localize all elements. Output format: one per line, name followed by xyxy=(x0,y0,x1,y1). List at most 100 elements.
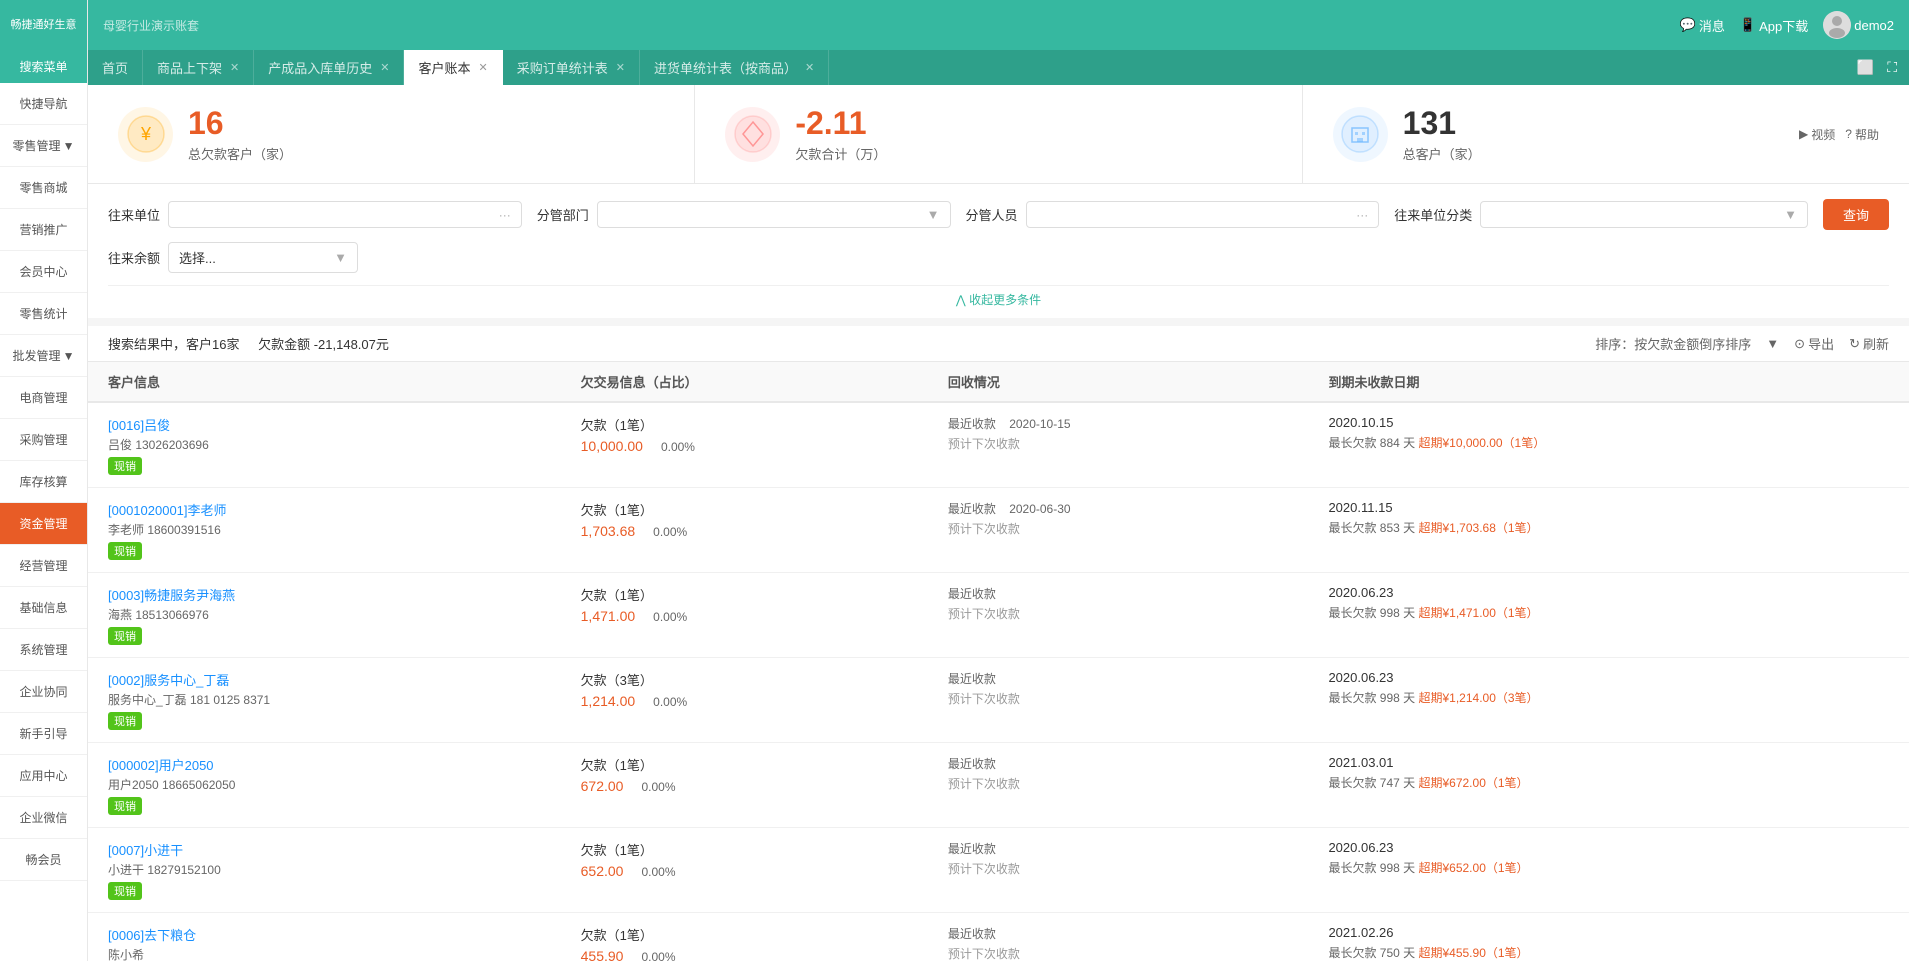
help-btn[interactable]: ? 帮助 xyxy=(1845,126,1879,143)
sidebar-item-retail-mgmt[interactable]: 零售管理 ▼ xyxy=(0,125,87,167)
debt-amount[interactable]: 652.00 xyxy=(581,863,624,879)
sidebar-item-batch-mgmt[interactable]: 批发管理 ▼ xyxy=(0,335,87,377)
export-label: 导出 xyxy=(1808,334,1834,353)
collapse-filters-btn[interactable]: ⋀ 收起更多条件 xyxy=(108,285,1889,313)
overdue-amount-link[interactable]: 超期¥652.00（1笔） xyxy=(1418,861,1528,875)
person-dots: ··· xyxy=(1356,208,1368,222)
balance-dropdown[interactable]: 选择... ▼ xyxy=(168,242,358,273)
sidebar-item-marketing[interactable]: 营销推广 xyxy=(0,209,87,251)
sidebar-item-basic-info[interactable]: 基础信息 xyxy=(0,587,87,629)
customer-name-link[interactable]: [0001020001]李老师 xyxy=(108,500,541,519)
table-body: [0016]吕俊 吕俊 13026203696 现销 欠款（1笔） 10,000… xyxy=(88,402,1909,961)
customer-contact: 服务中心_丁磊 181 0125 8371 xyxy=(108,691,541,708)
overdue-info: 最长欠款 747 天 超期¥672.00（1笔） xyxy=(1328,774,1889,791)
sidebar-item-sys-mgmt[interactable]: 系统管理 xyxy=(0,629,87,671)
refresh-btn[interactable]: ↻ 刷新 xyxy=(1849,334,1889,353)
sidebar-item-vip-member[interactable]: 畅会员 xyxy=(0,839,87,881)
overdue-days-text: 最长欠款 747 天 xyxy=(1328,776,1418,790)
sidebar-item-app-center[interactable]: 应用中心 xyxy=(0,755,87,797)
sidebar-item-member-center[interactable]: 会员中心 xyxy=(0,251,87,293)
user-menu[interactable]: demo2 xyxy=(1823,11,1894,39)
tab-customer-account[interactable]: 客户账本 ✕ xyxy=(404,50,502,85)
col-header-customer: 客户信息 xyxy=(88,362,561,402)
sidebar-item-ops-mgmt[interactable]: 经营管理 xyxy=(0,545,87,587)
debt-amount[interactable]: 1,703.68 xyxy=(581,523,636,539)
col-header-recovery: 回收情况 xyxy=(928,362,1309,402)
person-input-wrapper[interactable]: ··· xyxy=(1026,201,1380,228)
tab-purchase-stats-by-product-close[interactable]: ✕ xyxy=(805,61,814,74)
source-unit-input-wrapper[interactable]: ··· xyxy=(168,201,522,228)
tab-purchase-order-stats-close[interactable]: ✕ xyxy=(616,61,625,74)
table-row: [0003]畅捷服务尹海燕 海燕 18513066976 现销 欠款（1笔） 1… xyxy=(88,573,1909,658)
card1-value: 16 xyxy=(188,105,292,142)
sidebar-item-purchase-mgmt[interactable]: 采购管理 xyxy=(0,419,87,461)
debt-amount[interactable]: 455.90 xyxy=(581,948,624,961)
sidebar: 畅捷通好生意 搜索菜单 快捷导航 零售管理 ▼ 零售商城 营销推广 会员中心 零… xyxy=(0,0,88,961)
result-amount-text: 欠款金额 -21,148.07元 xyxy=(258,337,389,352)
tab-purchase-stats-by-product[interactable]: 进货单统计表（按商品） ✕ xyxy=(640,50,829,85)
due-date: 2021.03.01 xyxy=(1328,755,1889,770)
unit-category-dropdown[interactable]: ▼ xyxy=(1480,201,1808,228)
overdue-amount-link[interactable]: 超期¥1,703.68（1笔） xyxy=(1418,521,1538,535)
sidebar-item-enterprise-wechat[interactable]: 企业微信 xyxy=(0,797,87,839)
sidebar-item-retail-stats[interactable]: 零售统计 xyxy=(0,293,87,335)
source-unit-input[interactable] xyxy=(179,207,499,222)
card-icon-currency: ¥ xyxy=(118,107,173,162)
customer-name-link[interactable]: [0003]畅捷服务尹海燕 xyxy=(108,585,541,604)
dept-dropdown[interactable]: ▼ xyxy=(597,201,951,228)
overdue-info: 最长欠款 998 天 超期¥1,214.00（3笔） xyxy=(1328,689,1889,706)
message-btn[interactable]: 💬 消息 xyxy=(1680,16,1725,35)
debt-info-cell: 欠款（1笔） 455.90 0.00% xyxy=(561,913,928,961)
customer-name-link[interactable]: [0016]吕俊 xyxy=(108,415,541,434)
sidebar-search-btn[interactable]: 搜索菜单 xyxy=(0,50,87,83)
sidebar-item-warehouse[interactable]: 库存核算 xyxy=(0,461,87,503)
customer-name-link[interactable]: [000002]用户2050 xyxy=(108,755,541,774)
tab-production-history-close[interactable]: ✕ xyxy=(380,61,389,74)
export-btn[interactable]: ⊙ 导出 xyxy=(1794,334,1834,353)
overdue-amount-link[interactable]: 超期¥1,471.00（1笔） xyxy=(1418,606,1538,620)
customer-name-link[interactable]: [0007]小进干 xyxy=(108,840,541,859)
tab-customer-account-close[interactable]: ✕ xyxy=(479,61,488,74)
summary-card-total-debt: -2.11 欠款合计（万） xyxy=(695,85,1302,183)
overdue-amount-link[interactable]: 超期¥672.00（1笔） xyxy=(1418,776,1528,790)
person-input[interactable] xyxy=(1037,207,1357,222)
tab-purchase-order-stats[interactable]: 采购订单统计表 ✕ xyxy=(503,50,640,85)
customer-name-link[interactable]: [0002]服务中心_丁磊 xyxy=(108,670,541,689)
query-button[interactable]: 查询 xyxy=(1823,199,1889,230)
sidebar-item-quick-nav[interactable]: 快捷导航 xyxy=(0,83,87,125)
tab-product-shelf[interactable]: 商品上下架 ✕ xyxy=(143,50,254,85)
filter-row-1: 往来单位 ··· 分管部门 ▼ 分管人员 xyxy=(108,199,1889,230)
sidebar-item-retail-mall[interactable]: 零售商城 xyxy=(0,167,87,209)
sidebar-item-enterprise-coop[interactable]: 企业协同 xyxy=(0,671,87,713)
tab-home-label: 首页 xyxy=(102,58,128,77)
overdue-amount-link[interactable]: 超期¥1,214.00（3笔） xyxy=(1418,691,1538,705)
overdue-amount-link[interactable]: 超期¥10,000.00（1笔） xyxy=(1418,436,1545,450)
sidebar-item-ecommerce[interactable]: 电商管理 xyxy=(0,377,87,419)
video-btn[interactable]: ▶ 视频 xyxy=(1799,126,1835,143)
latest-collection: 最近收款 xyxy=(948,585,1289,602)
tab-customer-account-label: 客户账本 xyxy=(418,58,470,77)
debt-ratio: 0.00% xyxy=(653,525,687,539)
customer-name-link[interactable]: [0006]去下粮仓 xyxy=(108,925,541,944)
tab-home[interactable]: 首页 xyxy=(88,50,143,85)
recovery-cell: 最近收款 预计下次收款 xyxy=(928,913,1309,961)
tab-product-shelf-close[interactable]: ✕ xyxy=(230,61,239,74)
debt-amount[interactable]: 672.00 xyxy=(581,778,624,794)
debt-amount[interactable]: 10,000.00 xyxy=(581,438,643,454)
customer-contact: 小进干 18279152100 xyxy=(108,861,541,878)
chevron-down-icon: ▼ xyxy=(63,349,75,363)
window-maximize-btn[interactable]: ⛶ xyxy=(1883,57,1901,78)
chevron-down-icon[interactable]: ▼ xyxy=(1766,336,1779,351)
overdue-amount-link[interactable]: 超期¥455.90（1笔） xyxy=(1418,946,1528,960)
debt-amount[interactable]: 1,214.00 xyxy=(581,693,636,709)
table-row: [0007]小进干 小进干 18279152100 现销 欠款（1笔） 652.… xyxy=(88,828,1909,913)
card3-value: 131 xyxy=(1403,105,1481,142)
customer-contact: 海燕 18513066976 xyxy=(108,606,541,623)
sidebar-item-capital[interactable]: 资金管理 xyxy=(0,503,87,545)
debt-amount[interactable]: 1,471.00 xyxy=(581,608,636,624)
window-restore-btn[interactable]: ⬜ xyxy=(1853,57,1878,78)
latest-collection: 最近收款 xyxy=(948,755,1289,772)
tab-production-history[interactable]: 产成品入库单历史 ✕ xyxy=(254,50,404,85)
sidebar-item-new-guide[interactable]: 新手引导 xyxy=(0,713,87,755)
app-download-btn[interactable]: 📱 App下载 xyxy=(1740,16,1808,35)
